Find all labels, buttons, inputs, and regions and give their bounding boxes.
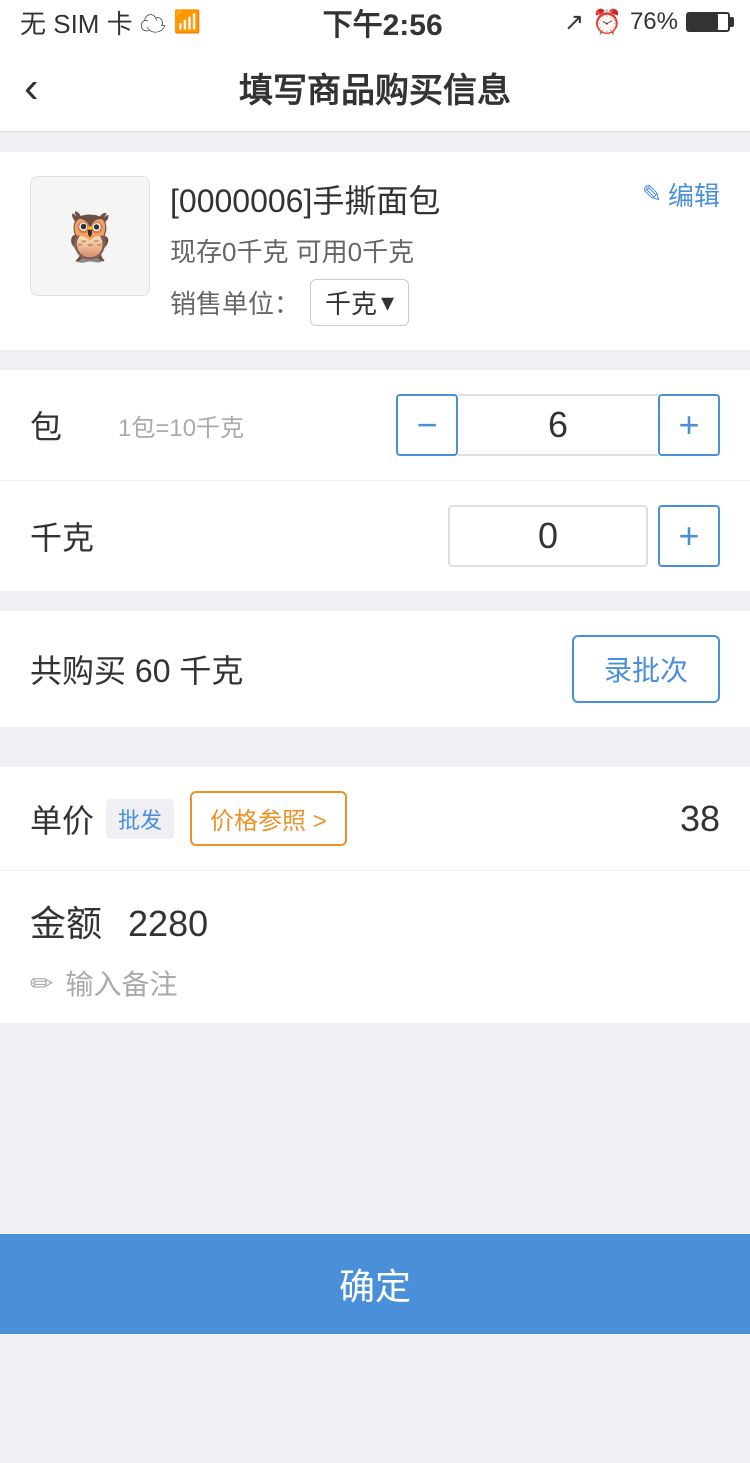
product-stock: 现存0千克 可用0千克 [170, 232, 720, 269]
kg-quantity-input[interactable] [448, 505, 648, 567]
amount-section: 金额 2280 ✏ 输入备注 [0, 871, 750, 1023]
battery-icon [686, 12, 730, 32]
status-left: 无 SIM 卡 ☁ 📶 [20, 4, 201, 41]
kg-label: 千克 [30, 513, 110, 559]
product-logo-icon: 🦉 [60, 208, 120, 265]
edit-icon: ✎ [642, 180, 662, 209]
sim-label: 无 SIM 卡 ☁ [20, 4, 166, 41]
product-image: 🦉 [30, 176, 150, 296]
unit-select[interactable]: 千克 ▾ [310, 279, 409, 326]
unit-value: 千克 [325, 284, 377, 321]
alarm-icon: ⏰ [592, 8, 622, 37]
summary-section: 共购买 60 千克 录批次 [0, 611, 750, 727]
pack-hint: 1包=10千克 [118, 408, 396, 443]
status-time: 下午2:56 [323, 0, 443, 44]
price-label: 单价 [30, 796, 94, 842]
pack-row: 包 1包=10千克 − + [0, 370, 750, 481]
wifi-icon: 📶 [174, 9, 201, 35]
unit-label: 销售单位： [170, 284, 300, 321]
amount-row: 金额 2280 [30, 895, 720, 947]
batch-button[interactable]: 录批次 [572, 635, 720, 703]
divider-2 [0, 727, 750, 747]
price-section: 单价 批发 价格参照 > 38 [0, 767, 750, 871]
back-button[interactable]: ‹ [24, 66, 39, 110]
pack-quantity-input[interactable] [458, 394, 658, 456]
status-bar: 无 SIM 卡 ☁ 📶 下午2:56 ↗ ⏰ 76% [0, 0, 750, 44]
input-section: 包 1包=10千克 − + 千克 + [0, 370, 750, 591]
price-batch-tag: 批发 [106, 799, 174, 839]
page-title: 填写商品购买信息 [239, 63, 511, 112]
amount-value: 2280 [128, 903, 208, 944]
confirm-button[interactable]: 确定 [0, 1234, 750, 1334]
note-placeholder: 输入备注 [65, 963, 177, 1003]
product-info: [0000006]手撕面包 现存0千克 可用0千克 销售单位： 千克 ▾ [170, 176, 720, 326]
amount-label: 金额 [30, 903, 102, 944]
kg-row: 千克 + [0, 481, 750, 591]
product-card: 🦉 [0000006]手撕面包 现存0千克 可用0千克 销售单位： 千克 ▾ ✎… [0, 152, 750, 350]
note-row[interactable]: ✏ 输入备注 [30, 963, 720, 1013]
nav-bar: ‹ 填写商品购买信息 [0, 44, 750, 132]
summary-text: 共购买 60 千克 [30, 646, 243, 692]
product-name: [0000006]手撕面包 [170, 176, 720, 222]
battery-label: 76% [630, 8, 678, 36]
price-ref-button[interactable]: 价格参照 > [190, 791, 347, 846]
price-value: 38 [680, 798, 720, 840]
edit-label: 编辑 [668, 176, 720, 213]
location-icon: ↗ [564, 8, 584, 37]
product-unit: 销售单位： 千克 ▾ [170, 279, 720, 326]
kg-plus-button[interactable]: + [658, 505, 720, 567]
divider-1 [0, 350, 750, 370]
edit-button[interactable]: ✎ 编辑 [642, 176, 720, 213]
pack-minus-button[interactable]: − [396, 394, 458, 456]
status-right: ↗ ⏰ 76% [564, 8, 730, 37]
pack-quantity-control: − + [396, 394, 720, 456]
kg-quantity-control: + [448, 505, 720, 567]
dropdown-icon: ▾ [381, 287, 394, 318]
pack-label: 包 [30, 402, 110, 448]
pack-plus-button[interactable]: + [658, 394, 720, 456]
pencil-icon: ✏ [30, 967, 53, 1000]
